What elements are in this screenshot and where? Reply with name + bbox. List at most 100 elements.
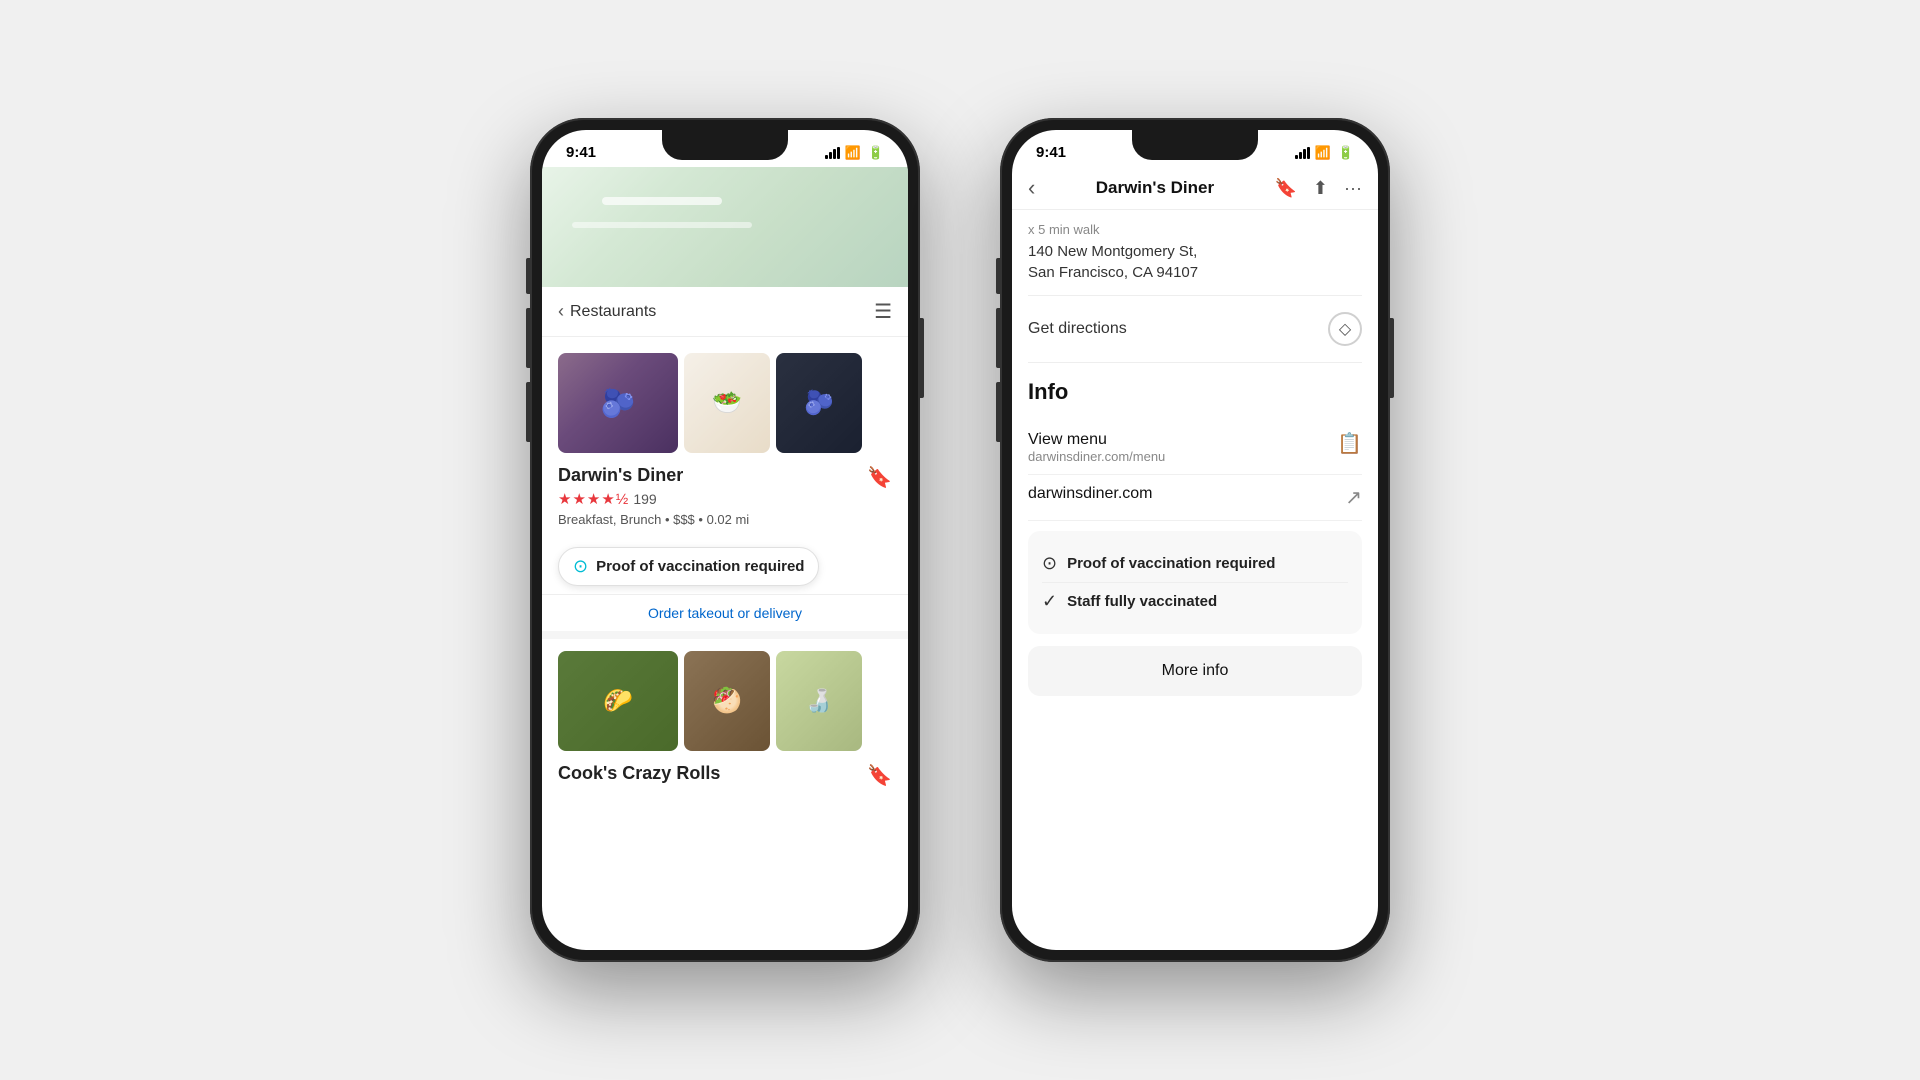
list-icon[interactable]: ☰	[874, 299, 892, 324]
staff-vaccinated-text: Staff fully vaccinated	[1067, 593, 1217, 610]
restaurants-nav-bar: ‹ Restaurants ☰	[542, 287, 908, 337]
more-info-button[interactable]: More info	[1028, 646, 1362, 696]
directions-row[interactable]: Get directions ◇	[1028, 296, 1362, 363]
power-button-2	[1390, 318, 1394, 398]
food2-image-2: 🥙	[684, 651, 770, 751]
detail-title: Darwin's Diner	[1096, 178, 1214, 198]
vaccination-required-text: Proof of vaccination required	[1067, 555, 1275, 572]
volume-down-button-2	[996, 382, 1000, 442]
bookmark-icon-2[interactable]: 🔖	[867, 763, 892, 788]
directions-label: Get directions	[1028, 320, 1127, 338]
battery-icon-2: 🔋	[1338, 145, 1354, 161]
checkmark-icon: ✓	[1042, 591, 1057, 612]
restaurant-images-2: 🌮 🥙 🍶	[558, 651, 892, 751]
signal-bar-1	[825, 155, 828, 159]
signal-icon	[825, 147, 840, 159]
view-menu-details: View menu darwinsdiner.com/menu	[1028, 431, 1165, 464]
staff-vaccinated-item: ✓ Staff fully vaccinated	[1042, 583, 1348, 620]
food-light-bg	[684, 353, 770, 453]
view-menu-label: View menu	[1028, 431, 1165, 449]
detail-nav-icons: 🔖 ⬆ ···	[1275, 178, 1363, 199]
restaurant-info-2: Cook's Crazy Rolls 🔖	[558, 763, 892, 788]
back-button[interactable]: ‹ Restaurants	[558, 301, 656, 322]
vaccination-warning-icon: ⊙	[573, 556, 588, 577]
walk-time: x 5 min walk	[1028, 222, 1362, 237]
info-heading: Info	[1028, 379, 1362, 405]
food-purple-bg	[558, 353, 678, 453]
address-text: 140 New Montgomery St, San Francisco, CA…	[1028, 241, 1362, 283]
signal-bar2-2	[1299, 152, 1302, 159]
food-dark-bg	[776, 353, 862, 453]
signal-icon-2	[1295, 147, 1310, 159]
volume-down-button	[526, 382, 530, 442]
vaccination-text: Proof of vaccination required	[596, 558, 804, 575]
wifi-icon: 📶	[845, 145, 861, 161]
status-time-1: 9:41	[566, 144, 596, 161]
more-options-icon[interactable]: ···	[1344, 178, 1362, 199]
directions-icon[interactable]: ◇	[1328, 312, 1362, 346]
share-icon[interactable]: ⬆	[1313, 178, 1328, 199]
mute-button-2	[996, 258, 1000, 294]
detail-back-button[interactable]: ‹	[1028, 175, 1035, 201]
food-image-3	[776, 353, 862, 453]
signal-bar2-4	[1307, 147, 1310, 159]
external-link-icon: ↗	[1345, 485, 1362, 510]
detail-content: x 5 min walk 140 New Montgomery St, San …	[1012, 210, 1378, 950]
restaurant-card-2: 🌮 🥙 🍶 Cook's Crazy Rolls 🔖	[542, 631, 908, 800]
phone-2-screen: 9:41 📶 🔋 ‹ Darwin's Diner 🔖 ⬆ ···	[1012, 130, 1378, 950]
detail-nav-bar: ‹ Darwin's Diner 🔖 ⬆ ···	[1012, 167, 1378, 210]
power-button	[920, 318, 924, 398]
health-protocols-box: ⊙ Proof of vaccination required ✓ Staff …	[1028, 531, 1362, 634]
map-view	[542, 167, 908, 287]
navigation-icon: ◇	[1339, 319, 1351, 339]
bookmark-icon-1[interactable]: 🔖	[867, 465, 892, 490]
status-time-2: 9:41	[1036, 144, 1066, 161]
food-image-2	[684, 353, 770, 453]
restaurant-images-1	[558, 353, 892, 453]
bookmark-detail-icon[interactable]: 🔖	[1275, 178, 1297, 199]
restaurants-label: Restaurants	[570, 303, 656, 321]
restaurant-card-1: Darwin's Diner ★★★★½ 199 Breakfast, Brun…	[542, 337, 908, 543]
rating-1: ★★★★½ 199	[558, 490, 749, 508]
vaccination-warning-icon-detail: ⊙	[1042, 553, 1057, 574]
star-icons-1: ★★★★½	[558, 490, 629, 508]
restaurant-details-1: Darwin's Diner ★★★★½ 199 Breakfast, Brun…	[558, 465, 749, 527]
phone-1-screen: 9:41 📶 🔋 ‹ Restaurants ☰	[542, 130, 908, 950]
restaurant-name-2: Cook's Crazy Rolls	[558, 763, 720, 784]
more-info-label: More info	[1162, 662, 1229, 680]
food2-emoji-1: 🌮	[603, 687, 633, 716]
phone-2: 9:41 📶 🔋 ‹ Darwin's Diner 🔖 ⬆ ···	[1000, 118, 1390, 962]
review-count-1: 199	[633, 491, 656, 507]
status-icons-1: 📶 🔋	[825, 145, 884, 161]
back-arrow-icon: ‹	[558, 301, 564, 322]
vaccination-badge[interactable]: ⊙ Proof of vaccination required	[558, 547, 819, 586]
address-line-2: San Francisco, CA 94107	[1028, 264, 1198, 281]
info-section: Info View menu darwinsdiner.com/menu 📋 d…	[1028, 363, 1362, 712]
order-link[interactable]: Order takeout or delivery	[542, 594, 908, 631]
wifi-icon-2: 📶	[1315, 145, 1331, 161]
food2-emoji-2: 🥙	[712, 687, 742, 716]
signal-bar-4	[837, 147, 840, 159]
status-icons-2: 📶 🔋	[1295, 145, 1354, 161]
view-menu-row[interactable]: View menu darwinsdiner.com/menu 📋	[1028, 421, 1362, 475]
food-image-1	[558, 353, 678, 453]
restaurant-name-1: Darwin's Diner	[558, 465, 749, 486]
volume-up-button-2	[996, 308, 1000, 368]
food2-emoji-3: 🍶	[805, 688, 832, 714]
restaurant-meta-1: Breakfast, Brunch • $$$ • 0.02 mi	[558, 512, 749, 527]
food2-image-3: 🍶	[776, 651, 862, 751]
food2-image-1: 🌮	[558, 651, 678, 751]
menu-icon: 📋	[1337, 431, 1362, 456]
website-row[interactable]: darwinsdiner.com ↗	[1028, 475, 1362, 521]
signal-bar-2	[829, 152, 832, 159]
address-line-1: 140 New Montgomery St,	[1028, 243, 1197, 260]
volume-up-button	[526, 308, 530, 368]
website-label: darwinsdiner.com	[1028, 485, 1153, 503]
phone-1: 9:41 📶 🔋 ‹ Restaurants ☰	[530, 118, 920, 962]
signal-bar-3	[833, 149, 836, 159]
order-link-text: Order takeout or delivery	[648, 605, 802, 621]
battery-icon: 🔋	[868, 145, 884, 161]
view-menu-sub: darwinsdiner.com/menu	[1028, 449, 1165, 464]
signal-bar2-1	[1295, 155, 1298, 159]
notch	[662, 130, 788, 160]
